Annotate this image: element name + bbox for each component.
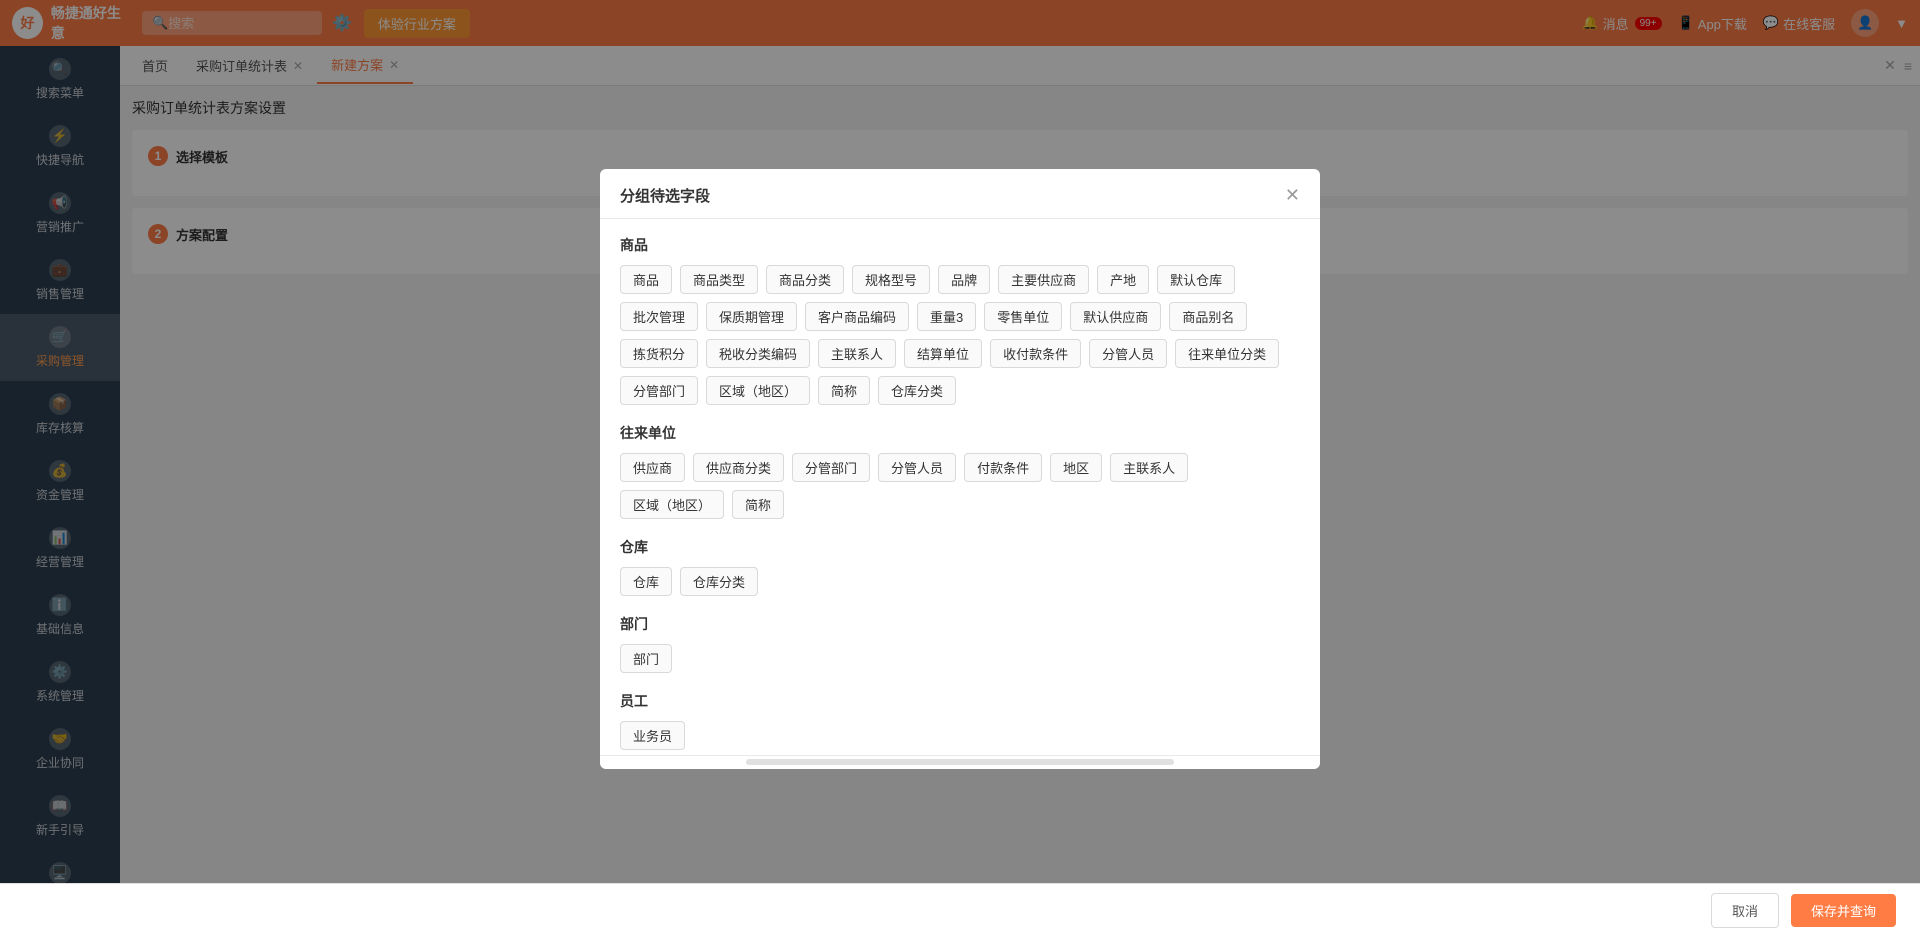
field-tag-0-7[interactable]: 默认仓库 [1157,265,1235,294]
field-tag-1-7[interactable]: 区域（地区） [620,490,724,519]
modal-section-title-3: 部门 [620,614,1300,634]
field-tag-0-4[interactable]: 品牌 [938,265,990,294]
modal-section-title-2: 仓库 [620,537,1300,557]
field-tag-0-14[interactable]: 商品别名 [1169,302,1247,331]
field-tag-0-10[interactable]: 客户商品编码 [805,302,909,331]
field-tag-0-1[interactable]: 商品类型 [680,265,758,294]
field-tag-2-1[interactable]: 仓库分类 [680,567,758,596]
field-tag-0-18[interactable]: 结算单位 [904,339,982,368]
cancel-button[interactable]: 取消 [1711,893,1779,928]
modal-section-3: 部门部门 [620,614,1300,673]
field-tag-0-2[interactable]: 商品分类 [766,265,844,294]
field-tag-4-0[interactable]: 业务员 [620,721,685,750]
modal-section-0: 商品商品商品类型商品分类规格型号品牌主要供应商产地默认仓库批次管理保质期管理客户… [620,235,1300,405]
field-tag-0-17[interactable]: 主联系人 [818,339,896,368]
field-tags-4: 业务员 [620,721,1300,750]
field-tags-1: 供应商供应商分类分管部门分管人员付款条件地区主联系人区域（地区） 简称 [620,453,1300,519]
field-tag-1-1[interactable]: 供应商分类 [693,453,784,482]
field-tag-1-2[interactable]: 分管部门 [792,453,870,482]
modal-section-4: 员工业务员 [620,691,1300,750]
field-tag-0-13[interactable]: 默认供应商 [1070,302,1161,331]
field-tag-0-8[interactable]: 批次管理 [620,302,698,331]
modal-overlay: 分组待选字段 ✕ 商品商品商品类型商品分类规格型号品牌主要供应商产地默认仓库批次… [0,0,1920,937]
modal-section-title-1: 往来单位 [620,423,1300,443]
field-tag-0-20[interactable]: 分管人员 [1089,339,1167,368]
field-tag-0-21[interactable]: 往来单位分类 [1175,339,1279,368]
modal-section-1: 往来单位供应商供应商分类分管部门分管人员付款条件地区主联系人区域（地区） 简称 [620,423,1300,519]
modal-close-icon[interactable]: ✕ [1285,185,1300,206]
field-tags-2: 仓库仓库分类 [620,567,1300,596]
field-tag-0-12[interactable]: 零售单位 [984,302,1062,331]
field-tag-0-24[interactable]: 简称 [818,376,870,405]
field-tag-0-3[interactable]: 规格型号 [852,265,930,294]
modal-section-title-4: 员工 [620,691,1300,711]
modal-title: 分组待选字段 [620,185,710,206]
field-tag-3-0[interactable]: 部门 [620,644,672,673]
modal-section-2: 仓库仓库仓库分类 [620,537,1300,596]
field-tag-0-19[interactable]: 收付款条件 [990,339,1081,368]
field-tag-1-6[interactable]: 主联系人 [1110,453,1188,482]
field-tag-0-16[interactable]: 税收分类编码 [706,339,810,368]
field-tag-0-11[interactable]: 重量3 [917,302,976,331]
field-tag-0-25[interactable]: 仓库分类 [878,376,956,405]
field-tag-0-23[interactable]: 区域（地区） [706,376,810,405]
footer-bar: 取消 保存并查询 [0,883,1920,937]
modal-body: 商品商品商品类型商品分类规格型号品牌主要供应商产地默认仓库批次管理保质期管理客户… [600,219,1320,755]
field-tag-1-0[interactable]: 供应商 [620,453,685,482]
field-tag-0-5[interactable]: 主要供应商 [998,265,1089,294]
field-tag-1-4[interactable]: 付款条件 [964,453,1042,482]
modal-bottom-scrollbar[interactable] [600,755,1320,769]
modal: 分组待选字段 ✕ 商品商品商品类型商品分类规格型号品牌主要供应商产地默认仓库批次… [600,169,1320,769]
confirm-button[interactable]: 保存并查询 [1791,894,1896,927]
field-tag-0-15[interactable]: 拣货积分 [620,339,698,368]
field-tag-0-9[interactable]: 保质期管理 [706,302,797,331]
field-tag-1-8[interactable]: 简称 [732,490,784,519]
field-tag-1-5[interactable]: 地区 [1050,453,1102,482]
modal-header: 分组待选字段 ✕ [600,169,1320,219]
modal-section-title-0: 商品 [620,235,1300,255]
field-tag-1-3[interactable]: 分管人员 [878,453,956,482]
field-tags-3: 部门 [620,644,1300,673]
field-tags-0: 商品商品类型商品分类规格型号品牌主要供应商产地默认仓库批次管理保质期管理客户商品… [620,265,1300,405]
field-tag-0-22[interactable]: 分管部门 [620,376,698,405]
field-tag-2-0[interactable]: 仓库 [620,567,672,596]
field-tag-0-0[interactable]: 商品 [620,265,672,294]
field-tag-0-6[interactable]: 产地 [1097,265,1149,294]
